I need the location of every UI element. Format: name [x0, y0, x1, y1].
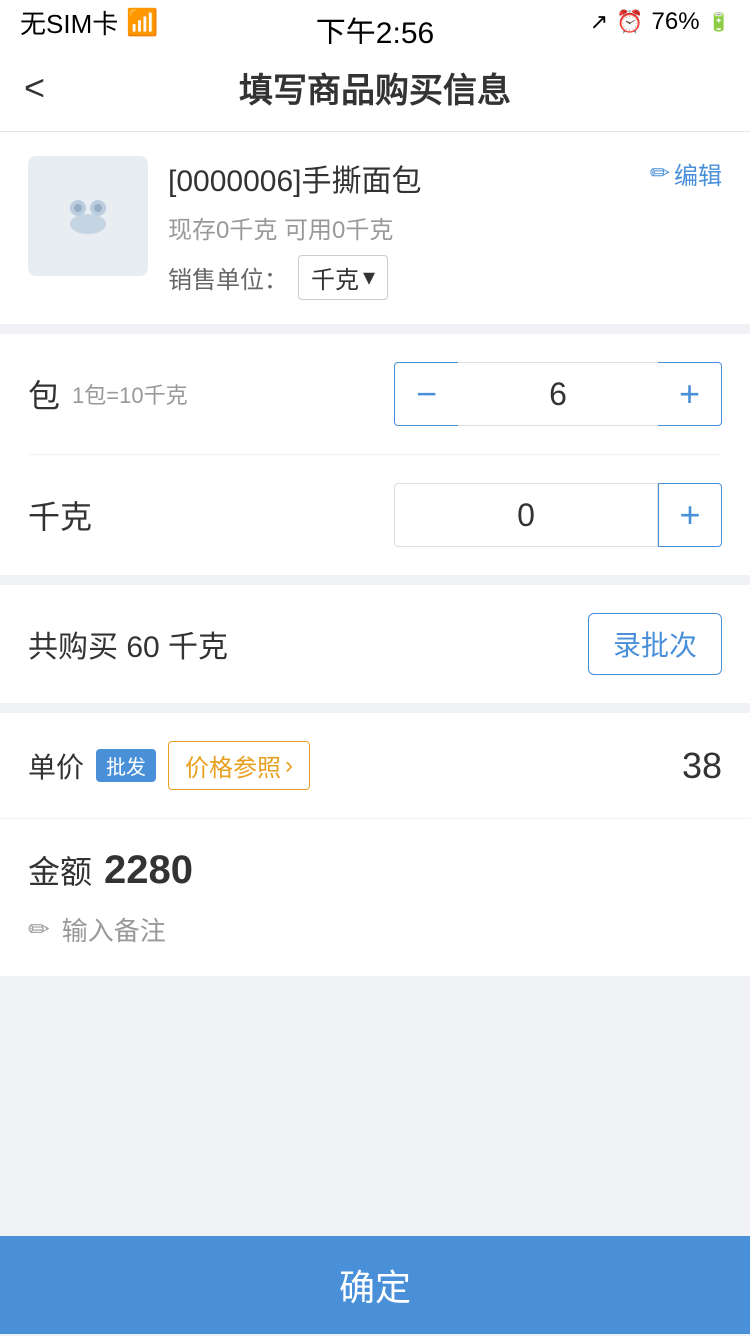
status-bar: 无SIM卡 📶 下午2:56 ↗ ⏰ 76% 🔋	[0, 0, 750, 44]
edit-icon: ✏	[650, 159, 670, 188]
price-label: 单价	[28, 746, 84, 786]
unit-value: 千克	[311, 260, 359, 295]
page-title: 填写商品购买信息	[239, 63, 511, 112]
price-tag-batch: 批发	[96, 749, 156, 782]
summary-row: 共购买 60 千克 录批次	[0, 585, 750, 713]
input-section: 包 1包=10千克 − + 千克 +	[0, 334, 750, 585]
batch-button[interactable]: 录批次	[588, 613, 722, 675]
bao-decrement-button[interactable]: −	[394, 362, 458, 426]
remark-row[interactable]: ✏ 输入备注	[28, 911, 722, 948]
amount-row: 金额 2280	[28, 847, 722, 893]
bao-input-controls: − +	[394, 362, 722, 426]
product-card: [0000006]手撕面包 ✏ 编辑 现存0千克 可用0千克 销售单位： 千克 …	[0, 132, 750, 334]
bao-increment-button[interactable]: +	[658, 362, 722, 426]
product-unit-row: 销售单位： 千克 ▾	[168, 255, 722, 300]
confirm-button[interactable]: 确定	[0, 1236, 750, 1334]
bao-label-text: 包	[28, 371, 60, 417]
kg-label-text: 千克	[28, 492, 92, 538]
edit-button[interactable]: ✏ 编辑	[650, 156, 722, 191]
product-name: [0000006]手撕面包	[168, 156, 421, 200]
remark-icon: ✏	[28, 914, 50, 945]
status-right: ↗ ⏰ 76% 🔋	[590, 8, 730, 36]
product-thumbnail	[28, 156, 148, 276]
price-value: 38	[682, 745, 722, 787]
bao-input[interactable]	[458, 362, 658, 426]
kg-label: 千克	[28, 492, 92, 538]
battery-icon: 🔋	[708, 12, 730, 33]
back-button[interactable]: <	[24, 67, 45, 109]
amount-label: 金额	[28, 847, 92, 893]
unit-label: 销售单位：	[168, 260, 288, 295]
edit-label: 编辑	[674, 156, 722, 191]
summary-text: 共购买 60 千克	[28, 622, 228, 666]
kg-input[interactable]	[394, 483, 658, 547]
status-left: 无SIM卡 📶	[20, 4, 159, 41]
amount-value: 2280	[104, 848, 193, 893]
price-ref-button[interactable]: 价格参照 ›	[168, 741, 310, 790]
carrier-text: 无SIM卡	[20, 4, 118, 41]
battery-text: 76%	[652, 8, 700, 36]
product-stock: 现存0千克 可用0千克	[168, 210, 722, 245]
bao-input-row: 包 1包=10千克 − +	[28, 334, 722, 455]
location-icon: ↗	[590, 9, 608, 35]
kg-input-row: 千克 +	[28, 455, 722, 575]
product-info: [0000006]手撕面包 ✏ 编辑 现存0千克 可用0千克 销售单位： 千克 …	[168, 156, 722, 300]
nav-bar: < 填写商品购买信息	[0, 44, 750, 132]
kg-input-controls: +	[394, 483, 722, 547]
product-header: [0000006]手撕面包 ✏ 编辑	[168, 156, 722, 210]
price-ref-label: 价格参照	[185, 748, 281, 783]
amount-section: 金额 2280 ✏ 输入备注	[0, 819, 750, 986]
kg-increment-button[interactable]: +	[658, 483, 722, 547]
unit-select[interactable]: 千克 ▾	[298, 255, 388, 300]
product-logo-icon	[58, 186, 118, 246]
dropdown-icon: ▾	[363, 263, 375, 292]
bao-hint: 1包=10千克	[72, 378, 188, 410]
alarm-icon: ⏰	[616, 9, 643, 35]
wifi-icon: 📶	[126, 7, 158, 38]
bao-label: 包 1包=10千克	[28, 371, 188, 417]
price-section: 单价 批发 价格参照 › 38	[0, 713, 750, 819]
price-ref-arrow-icon: ›	[285, 752, 293, 780]
remark-placeholder: 输入备注	[62, 911, 166, 948]
price-label-row: 单价 批发 价格参照 ›	[28, 741, 310, 790]
